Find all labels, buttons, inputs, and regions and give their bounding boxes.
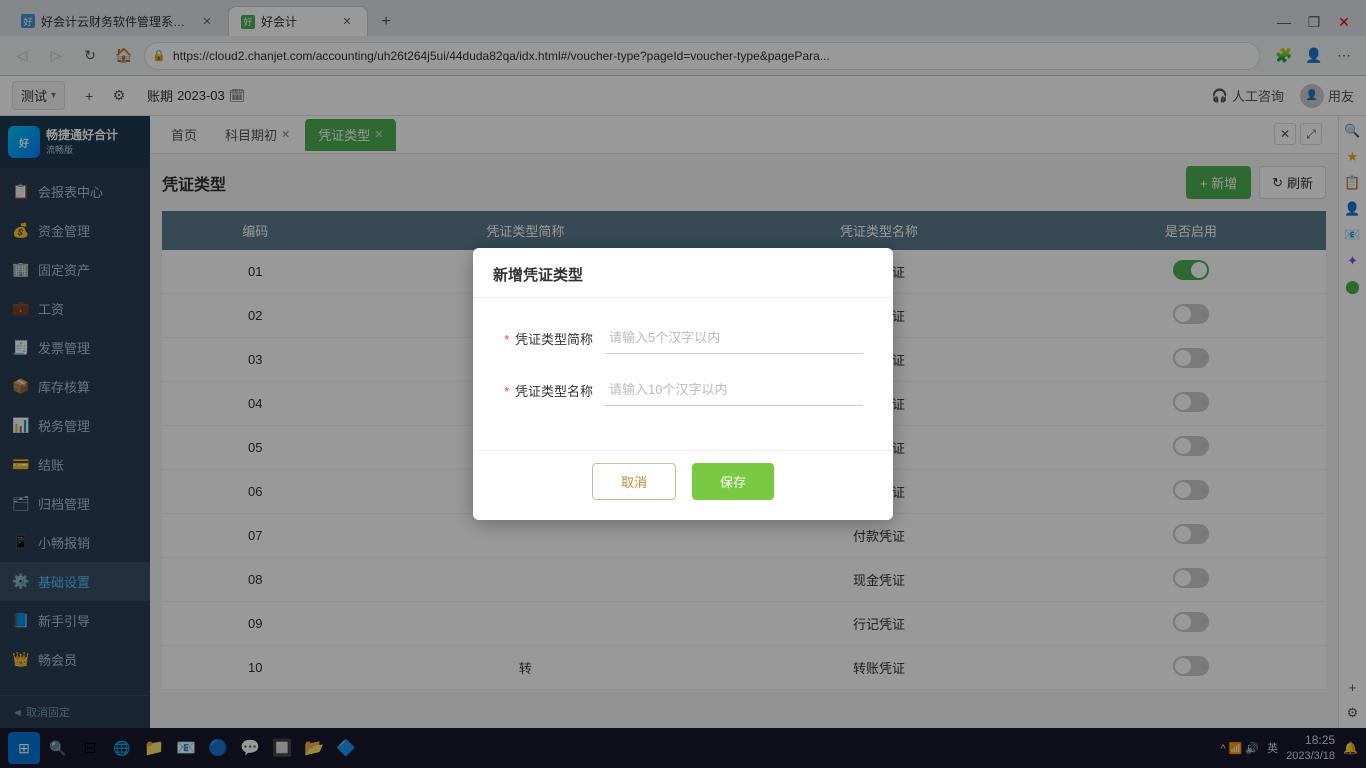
required-mark1: * [504,332,509,347]
cancel-button[interactable]: 取消 [592,463,676,500]
short-name-label-text: 凭证类型简称 [515,332,593,347]
modal-header: 新增凭证类型 [473,248,893,298]
full-name-input[interactable] [605,374,863,406]
form-row-short-name: * 凭证类型简称 [503,322,863,354]
short-name-input[interactable] [605,322,863,354]
save-button[interactable]: 保存 [692,463,774,500]
form-row-full-name: * 凭证类型名称 [503,374,863,406]
short-name-label: * 凭证类型简称 [503,329,593,348]
modal-footer: 取消 保存 [473,450,893,520]
modal-body: * 凭证类型简称 * 凭证类型名称 [473,298,893,450]
full-name-label-text: 凭证类型名称 [515,384,593,399]
modal-box: 新增凭证类型 * 凭证类型简称 * 凭证类型名称 取消 保存 [473,248,893,520]
full-name-label: * 凭证类型名称 [503,381,593,400]
required-mark2: * [504,384,509,399]
modal-overlay[interactable]: 新增凭证类型 * 凭证类型简称 * 凭证类型名称 取消 保存 [0,0,1366,768]
modal-title: 新增凭证类型 [493,267,583,284]
